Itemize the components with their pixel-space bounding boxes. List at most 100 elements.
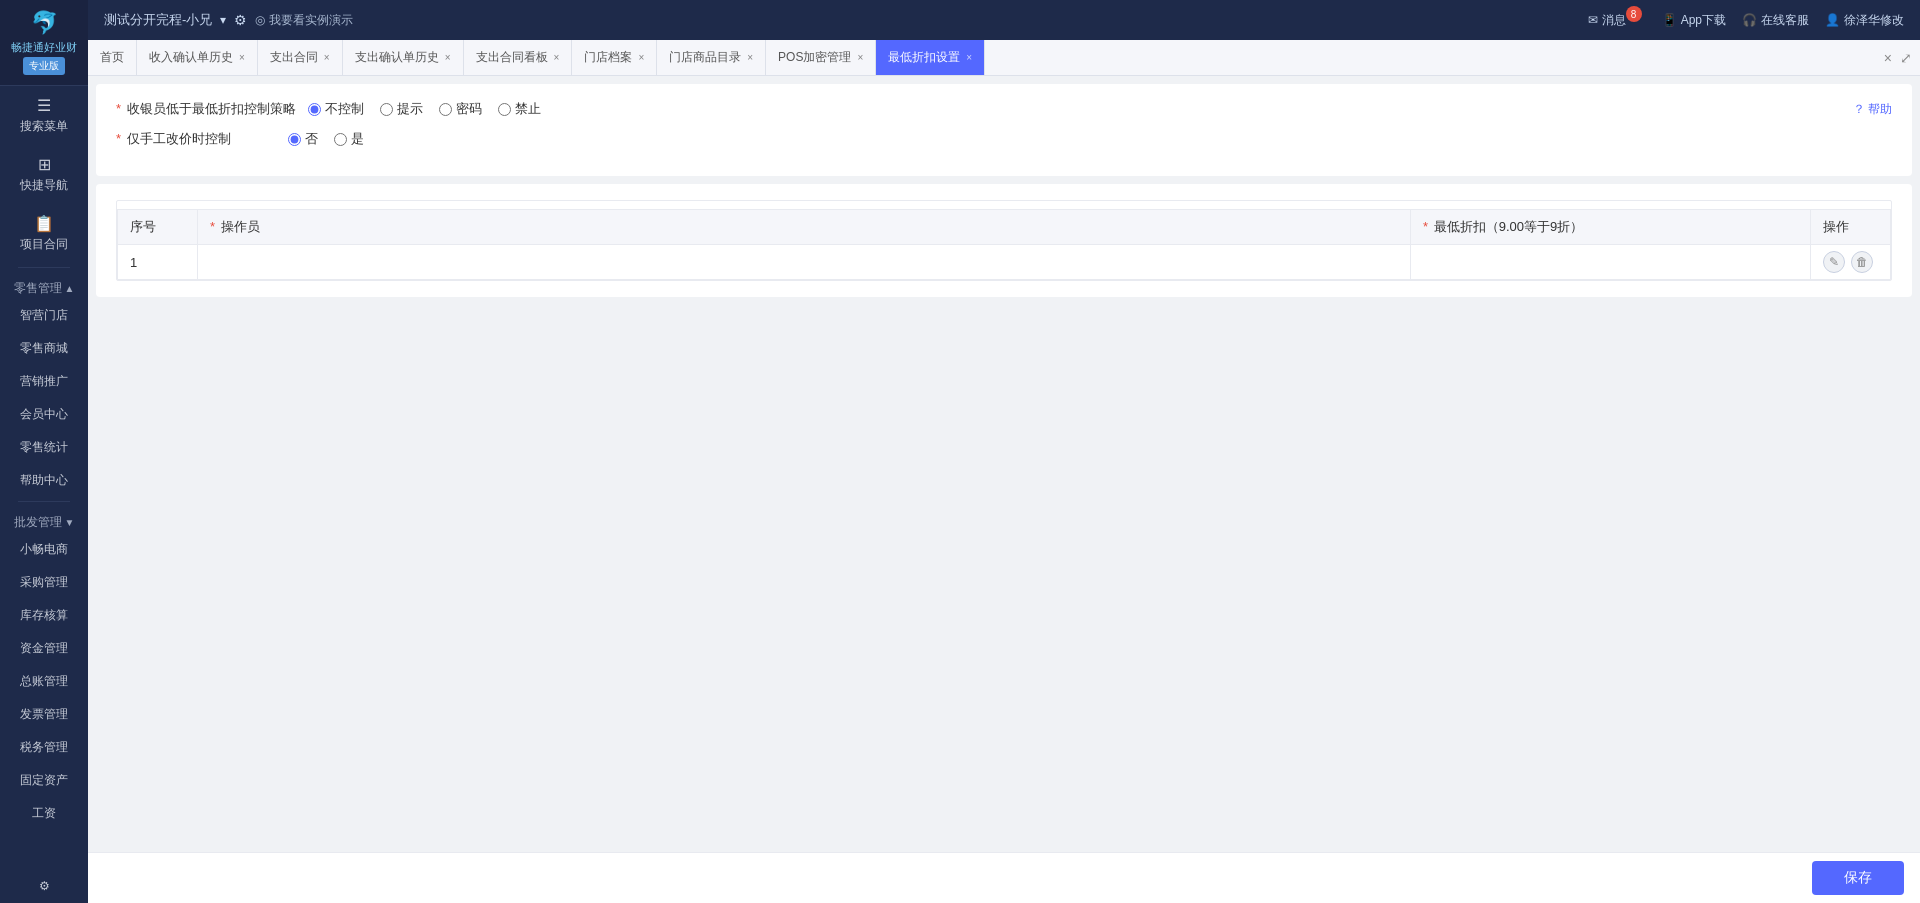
radio-no-control-label: 不控制 (325, 100, 364, 118)
sidebar-item-retail-mall[interactable]: 零售商城 (0, 332, 88, 365)
retail-mall-label: 零售商城 (20, 340, 68, 357)
topbar-user[interactable]: 👤 徐泽华修改 (1825, 12, 1904, 29)
logo-text: 畅捷通好业财 (11, 40, 77, 55)
tab-store-products-label: 门店商品目录 (669, 49, 741, 66)
sidebar-item-retail-stats[interactable]: 零售统计 (0, 431, 88, 464)
radio-no-control[interactable]: 不控制 (308, 100, 364, 118)
sidebar-section-retail[interactable]: 零售管理 ▲ (0, 272, 88, 299)
sidebar-item-marketing[interactable]: 营销推广 (0, 365, 88, 398)
sidebar-item-finance[interactable]: 资金管理 (0, 632, 88, 665)
cell-discount[interactable] (1411, 245, 1811, 280)
sidebar-item-payroll[interactable]: 工资 (0, 797, 88, 830)
tab-income-history-label: 收入确认单历史 (149, 49, 233, 66)
radio-yes-input[interactable] (334, 133, 347, 146)
sidebar-item-smart-store[interactable]: 智营门店 (0, 299, 88, 332)
topbar-project-title: 测试分开完程-小兄 (104, 11, 212, 29)
topbar-gear-icon[interactable]: ⚙ (234, 12, 247, 28)
user-name: 徐泽华修改 (1844, 12, 1904, 29)
help-label: 帮助 (1868, 101, 1892, 118)
tab-payment-confirm-history[interactable]: 支出确认单历史 × (343, 40, 464, 76)
radio-yes-label: 是 (351, 130, 364, 148)
online-service-label: 在线客服 (1761, 12, 1809, 29)
operator-input[interactable] (210, 255, 1398, 270)
finance-label: 资金管理 (20, 640, 68, 657)
radio-remind-input[interactable] (380, 103, 393, 116)
sidebar-item-project-contract-label: 项目合同 (20, 236, 68, 253)
tab-income-history[interactable]: 收入确认单历史 × (137, 40, 258, 76)
col-header-action: 操作 (1811, 210, 1891, 245)
tab-min-discount-close[interactable]: × (966, 52, 972, 63)
topbar-online-service[interactable]: 🎧 在线客服 (1742, 12, 1809, 29)
sidebar-item-tax[interactable]: 税务管理 (0, 731, 88, 764)
tab-income-history-close[interactable]: × (239, 52, 245, 63)
sidebar-item-fixed-assets[interactable]: 固定资产 (0, 764, 88, 797)
tab-store-file[interactable]: 门店档案 × (572, 40, 657, 76)
sidebar-item-inventory[interactable]: 库存核算 (0, 599, 88, 632)
sidebar-item-invoice[interactable]: 发票管理 (0, 698, 88, 731)
help-link[interactable]: ？ 帮助 (1853, 101, 1892, 118)
radio-no-control-input[interactable] (308, 103, 321, 116)
radio-yes[interactable]: 是 (334, 130, 364, 148)
tabbar-close-button[interactable]: × (1884, 50, 1892, 66)
tab-pos-password[interactable]: POS加密管理 × (766, 40, 876, 76)
topbar-messages[interactable]: ✉ 消息 8 (1588, 12, 1646, 29)
topbar-app-download[interactable]: 📱 App下载 (1662, 12, 1726, 29)
tab-min-discount[interactable]: 最低折扣设置 × (876, 40, 985, 76)
project-contract-icon: 📋 (34, 214, 54, 233)
sidebar-section-batch[interactable]: 批发管理 ▼ (0, 506, 88, 533)
sidebar-item-search[interactable]: ☰ 搜索菜单 (0, 86, 88, 145)
settings-icon: ⚙ (39, 879, 50, 893)
radio-disable[interactable]: 禁止 (498, 100, 541, 118)
tab-payment-contract-board-close[interactable]: × (554, 52, 560, 63)
table-scroll-container[interactable]: 序号 * 操作员 * 最低折扣（9.00等于9折） 操作 (116, 200, 1892, 281)
delete-row-button[interactable]: 🗑 (1851, 251, 1873, 273)
sidebar-item-quick-nav[interactable]: ⊞ 快捷导航 (0, 145, 88, 204)
radio-no-input[interactable] (288, 133, 301, 146)
required-star-1: * (116, 101, 121, 116)
strategy-label: * 收银员低于最低折扣控制策略 (116, 100, 296, 118)
sidebar-item-quick-nav-label: 快捷导航 (20, 177, 68, 194)
discount-input[interactable] (1423, 255, 1798, 270)
sidebar-item-member-center[interactable]: 会员中心 (0, 398, 88, 431)
radio-no[interactable]: 否 (288, 130, 318, 148)
sidebar-divider-1 (18, 267, 71, 268)
cell-action: ✎ 🗑 (1811, 245, 1891, 280)
radio-remind[interactable]: 提示 (380, 100, 423, 118)
radio-password-input[interactable] (439, 103, 452, 116)
tax-label: 税务管理 (20, 739, 68, 756)
tab-min-discount-label: 最低折扣设置 (888, 49, 960, 66)
tab-store-products-close[interactable]: × (747, 52, 753, 63)
tab-pos-password-close[interactable]: × (857, 52, 863, 63)
footer-bar: 保存 (88, 852, 1920, 903)
sidebar-item-ecommerce[interactable]: 小畅电商 (0, 533, 88, 566)
tab-payment-contract[interactable]: 支出合同 × (258, 40, 343, 76)
tab-payment-confirm-history-close[interactable]: × (445, 52, 451, 63)
cell-operator[interactable] (198, 245, 1411, 280)
tab-store-file-close[interactable]: × (638, 52, 644, 63)
search-menu-icon: ☰ (37, 96, 51, 115)
logo-icon: 🐬 (31, 10, 58, 36)
user-avatar-icon: 👤 (1825, 13, 1840, 27)
edit-row-button[interactable]: ✎ (1823, 251, 1845, 273)
tab-payment-contract-close[interactable]: × (324, 52, 330, 63)
sidebar-item-settings[interactable]: ⚙ (0, 869, 88, 903)
table-panel: 序号 * 操作员 * 最低折扣（9.00等于9折） 操作 (96, 184, 1912, 297)
radio-password[interactable]: 密码 (439, 100, 482, 118)
tab-store-products[interactable]: 门店商品目录 × (657, 40, 766, 76)
save-button[interactable]: 保存 (1812, 861, 1904, 895)
topbar-demo-area[interactable]: ◎ 我要看实例演示 (255, 12, 353, 29)
tabbar-expand-button[interactable]: ⤢ (1900, 50, 1912, 66)
inventory-label: 库存核算 (20, 607, 68, 624)
sidebar-item-help-center[interactable]: 帮助中心 (0, 464, 88, 497)
ledger-label: 总账管理 (20, 673, 68, 690)
sidebar-item-search-label: 搜索菜单 (20, 118, 68, 135)
radio-disable-input[interactable] (498, 103, 511, 116)
topbar: 测试分开完程-小兄 ▾ ⚙ ◎ 我要看实例演示 ✉ 消息 8 📱 App下载 🎧… (88, 0, 1920, 40)
sidebar-item-project-contract[interactable]: 📋 项目合同 (0, 204, 88, 263)
tab-payment-contract-board[interactable]: 支出合同看板 × (464, 40, 573, 76)
sidebar-item-purchase[interactable]: 采购管理 (0, 566, 88, 599)
sidebar-item-ledger[interactable]: 总账管理 (0, 665, 88, 698)
tab-home[interactable]: 首页 (88, 40, 137, 76)
form-row-strategy: * 收银员低于最低折扣控制策略 不控制 提示 密码 (116, 100, 1892, 118)
topbar-dropdown-button[interactable]: ▾ (220, 13, 226, 27)
